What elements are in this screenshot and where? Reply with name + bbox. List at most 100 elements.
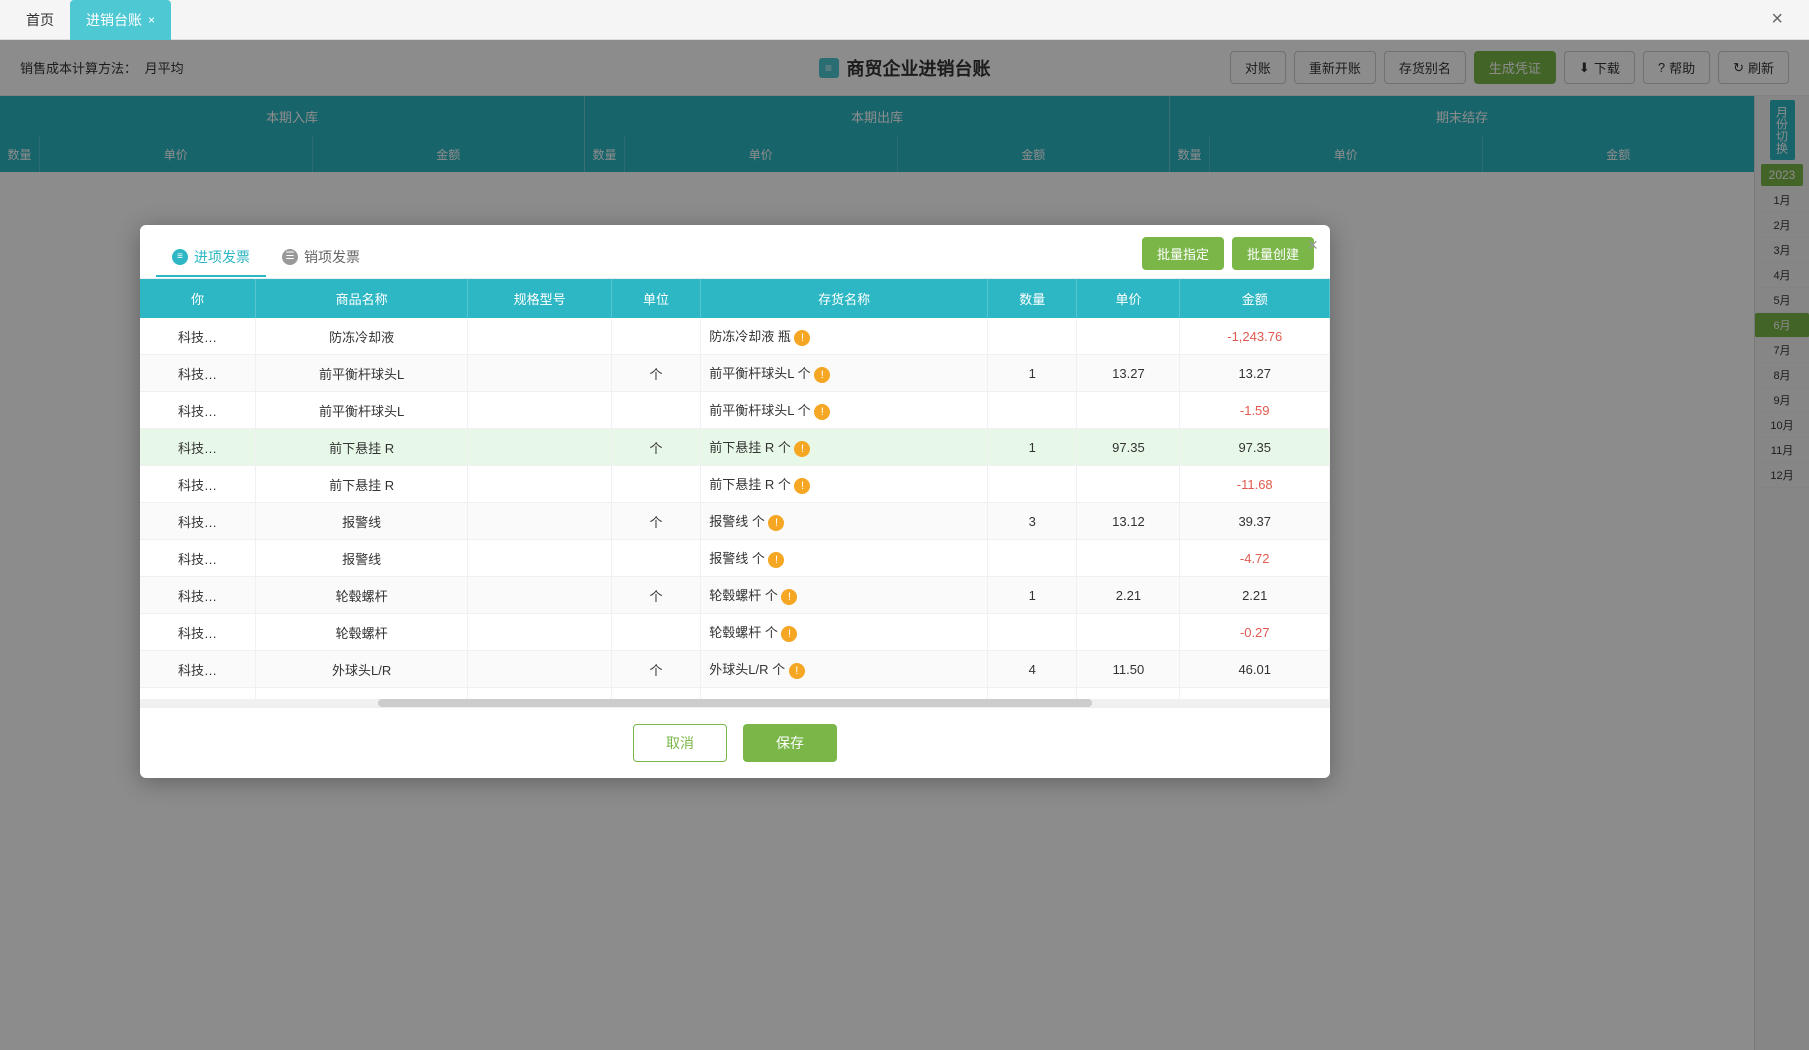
table-row: 科技… 前平衡杆球头L 前平衡杆球头L 个 ! -1.59 [140,392,1330,429]
cell-quantity: 1 [988,577,1077,614]
cell-quantity [988,318,1077,355]
warning-icon: ! [781,589,797,605]
cell-unit [611,688,700,700]
cell-quantity: 4 [988,651,1077,688]
horizontal-scrollbar[interactable] [140,699,1330,707]
batch-create-button[interactable]: 批量创建 [1232,237,1314,270]
col-spec: 规格型号 [468,279,611,318]
cell-quantity [988,614,1077,651]
cell-unit [611,392,700,429]
cell-unit-price: 2.21 [1077,577,1180,614]
cell-spec [468,355,611,392]
cell-product-name: 前下悬挂 R [255,429,468,466]
cell-amount: 2.21 [1180,577,1330,614]
scrollbar-thumb[interactable] [378,699,1092,707]
cell-unit-price: 13.12 [1077,503,1180,540]
cell-product-name: 外球头L/R [255,651,468,688]
cell-product-name: 前下悬挂 R [255,466,468,503]
cell-unit: 个 [611,503,700,540]
cell-unit-price: 97.35 [1077,429,1180,466]
cell-amount: -1,243.76 [1180,318,1330,355]
cell-spec [468,503,611,540]
cell-amount: 13.27 [1180,355,1330,392]
table-row: 科技… 报警线 报警线 个 ! -4.72 [140,540,1330,577]
cell-product-name: 前平衡杆球头L [255,355,468,392]
cell-unit [611,318,700,355]
cell-quantity [988,688,1077,700]
col-product-name: 商品名称 [255,279,468,318]
cell-spec [468,614,611,651]
outbound-tab-icon: ☰ [282,249,298,265]
cell-stock-name: 前下悬挂 R 个 ! [701,466,988,503]
warning-icon: ! [768,552,784,568]
inbound-tab-icon: ≡ [172,249,188,265]
cell-amount: -5.52 [1180,688,1330,700]
save-button[interactable]: 保存 [743,724,837,762]
cell-stock-name: 报警线 个 ! [701,540,988,577]
invoice-table: 你 商品名称 规格型号 单位 存货名称 数量 单价 金额 科技… 防冻冷却液 [140,279,1330,699]
col-unit: 单位 [611,279,700,318]
tab-close-icon[interactable]: × [148,0,155,40]
cell-company: 科技… [140,614,255,651]
cell-unit: 个 [611,355,700,392]
cell-company: 科技… [140,688,255,700]
cell-unit-price [1077,614,1180,651]
table-row: 科技… 前下悬挂 R 前下悬挂 R 个 ! -11.68 [140,466,1330,503]
cell-quantity: 3 [988,503,1077,540]
active-tab-label: 进销台账 [86,0,142,40]
modal-header-actions: 批量指定 批量创建 [1142,237,1314,278]
cancel-button[interactable]: 取消 [633,724,727,762]
cell-unit-price [1077,466,1180,503]
modal-header: ≡ 进项发票 ☰ 销项发票 批量指定 批量创建 × [140,225,1330,279]
cell-unit [611,540,700,577]
cell-stock-name: 轮毂螺杆 个 ! [701,614,988,651]
col-unit-price: 单价 [1077,279,1180,318]
cell-company: 科技… [140,577,255,614]
cell-company: 科技… [140,466,255,503]
col-company: 你 [140,279,255,318]
cell-quantity [988,466,1077,503]
table-row: 科技… 前平衡杆球头L 个 前平衡杆球头L 个 ! 1 13.27 13.27 [140,355,1330,392]
warning-icon: ! [781,626,797,642]
inbound-invoice-tab[interactable]: ≡ 进项发票 [156,239,266,277]
col-amount: 金额 [1180,279,1330,318]
cell-product-name: 防冻冷却液 [255,318,468,355]
modal-close-button[interactable]: × [1307,235,1318,256]
main-content: 销售成本计算方法： 月平均 ≡ 商贸企业进销台账 对账 重新开账 存货别名 生成… [0,40,1809,1050]
inbound-tab-label: 进项发票 [194,247,250,267]
cell-stock-name: 外球头L/R 个 ! [701,688,988,700]
cell-company: 科技… [140,503,255,540]
cell-spec [468,688,611,700]
warning-icon: ! [814,404,830,420]
cell-spec [468,429,611,466]
cell-amount: 39.37 [1180,503,1330,540]
cell-amount: -1.59 [1180,392,1330,429]
warning-icon: ! [768,515,784,531]
cell-spec [468,392,611,429]
cell-unit-price [1077,688,1180,700]
table-row: 科技… 前下悬挂 R 个 前下悬挂 R 个 ! 1 97.35 97.35 [140,429,1330,466]
cell-quantity: 1 [988,429,1077,466]
batch-assign-button[interactable]: 批量指定 [1142,237,1224,270]
cell-unit-price [1077,392,1180,429]
home-tab[interactable]: 首页 [10,0,70,40]
top-bar: 首页 进销台账 × × [0,0,1809,40]
window-close-button[interactable]: × [1755,8,1799,31]
cell-unit-price: 11.50 [1077,651,1180,688]
outbound-invoice-tab[interactable]: ☰ 销项发票 [266,239,376,277]
cell-unit-price [1077,318,1180,355]
cell-stock-name: 外球头L/R 个 ! [701,651,988,688]
cell-stock-name: 报警线 个 ! [701,503,988,540]
cell-unit: 个 [611,577,700,614]
cell-spec [468,577,611,614]
active-tab[interactable]: 进销台账 × [70,0,171,40]
warning-icon: ! [814,367,830,383]
modal-body: 你 商品名称 规格型号 单位 存货名称 数量 单价 金额 科技… 防冻冷却液 [140,279,1330,699]
cell-quantity: 1 [988,355,1077,392]
cell-unit-price [1077,540,1180,577]
cell-stock-name: 防冻冷却液 瓶 ! [701,318,988,355]
cell-amount: -11.68 [1180,466,1330,503]
cell-amount: 46.01 [1180,651,1330,688]
cell-company: 科技… [140,392,255,429]
cell-company: 科技… [140,540,255,577]
